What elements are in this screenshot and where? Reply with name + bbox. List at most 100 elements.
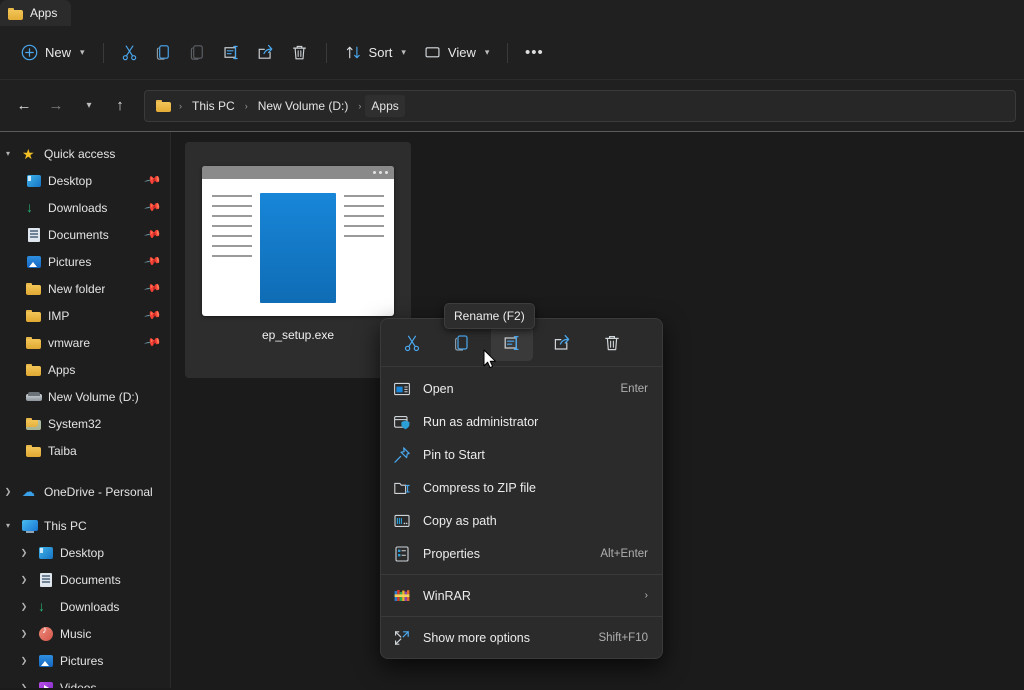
sidebar-item-desktop[interactable]: Desktop 📌 bbox=[0, 167, 170, 194]
breadcrumb-item-apps[interactable]: Apps bbox=[365, 94, 405, 117]
chevron-right-icon[interactable]: ❯ bbox=[16, 602, 32, 611]
new-button[interactable]: New ▾ bbox=[12, 37, 94, 69]
sidebar-item-pc-documents[interactable]: ❯ Documents bbox=[0, 566, 170, 593]
shield-admin-icon bbox=[393, 413, 411, 431]
context-cut-button[interactable] bbox=[391, 325, 433, 361]
sidebar-item-new-folder[interactable]: New folder 📌 bbox=[0, 275, 170, 302]
folder-icon bbox=[26, 308, 42, 324]
copy-icon bbox=[455, 334, 468, 351]
pin-icon: 📌 bbox=[143, 199, 162, 217]
paste-icon bbox=[190, 45, 203, 60]
back-button[interactable]: ← bbox=[8, 90, 40, 122]
context-item-accel: Shift+F10 bbox=[598, 631, 648, 644]
context-item-run-as-administrator[interactable]: Run as administrator bbox=[381, 405, 662, 438]
file-item-ep-setup[interactable]: ep_setup.exe bbox=[185, 142, 411, 378]
chevron-down-icon: ▾ bbox=[484, 47, 490, 57]
sidebar-item-imp[interactable]: IMP 📌 bbox=[0, 302, 170, 329]
sidebar-item-label: IMP bbox=[48, 308, 70, 323]
winrar-icon bbox=[393, 587, 411, 605]
sidebar-group-this-pc[interactable]: ▾ This PC bbox=[0, 512, 170, 539]
context-item-pin-to-start[interactable]: Pin to Start bbox=[381, 438, 662, 471]
sidebar-item-new-volume[interactable]: New Volume (D:) bbox=[0, 383, 170, 410]
breadcrumb-item-new-volume[interactable]: New Volume (D:) bbox=[252, 95, 355, 117]
sidebar-item-label: Videos bbox=[60, 680, 97, 689]
delete-button[interactable] bbox=[283, 37, 317, 69]
recent-locations-button[interactable]: ▾ bbox=[72, 90, 104, 122]
context-item-label: Compress to ZIP file bbox=[423, 480, 537, 495]
chevron-right-icon[interactable]: ❯ bbox=[16, 683, 32, 688]
sidebar-item-system32[interactable]: System32 bbox=[0, 410, 170, 437]
context-item-show-more-options[interactable]: Show more options Shift+F10 bbox=[381, 621, 662, 654]
context-delete-button[interactable] bbox=[591, 325, 633, 361]
context-copy-button[interactable] bbox=[441, 325, 483, 361]
context-share-button[interactable] bbox=[541, 325, 583, 361]
folder-icon bbox=[26, 281, 42, 297]
sidebar-item-downloads[interactable]: ↓ Downloads 📌 bbox=[0, 194, 170, 221]
sidebar-item-label: Downloads bbox=[60, 599, 120, 614]
sidebar-item-vmware[interactable]: vmware 📌 bbox=[0, 329, 170, 356]
more-options-button[interactable]: ••• bbox=[517, 37, 551, 69]
context-item-copy-as-path[interactable]: Copy as path bbox=[381, 504, 662, 537]
sidebar-item-label: System32 bbox=[48, 416, 102, 431]
context-item-properties[interactable]: Properties Alt+Enter bbox=[381, 537, 662, 570]
view-button-label: View bbox=[447, 45, 476, 60]
context-item-winrar[interactable]: WinRAR › bbox=[381, 579, 662, 612]
sidebar-item-apps[interactable]: Apps bbox=[0, 356, 170, 383]
sidebar-group-quick-access[interactable]: ▾ ★ Quick access bbox=[0, 140, 170, 167]
thumbnail-text-right bbox=[343, 193, 384, 303]
sidebar-item-documents[interactable]: Documents 📌 bbox=[0, 221, 170, 248]
zip-folder-icon bbox=[393, 479, 411, 497]
chevron-right-icon: › bbox=[644, 590, 648, 601]
folder-icon bbox=[26, 443, 42, 459]
sidebar-item-pc-desktop[interactable]: ❯ Desktop bbox=[0, 539, 170, 566]
sidebar-item-pictures[interactable]: Pictures 📌 bbox=[0, 248, 170, 275]
chevron-down-icon[interactable]: ▾ bbox=[0, 149, 16, 158]
sidebar-item-pc-music[interactable]: ❯ Music bbox=[0, 620, 170, 647]
chevron-down-icon: ▾ bbox=[86, 100, 92, 111]
chevron-right-icon[interactable]: ❯ bbox=[0, 487, 16, 496]
pin-icon: 📌 bbox=[143, 280, 162, 298]
up-button[interactable]: ↑ bbox=[104, 90, 136, 122]
thumbnail-text-left bbox=[212, 193, 253, 303]
breadcrumb-item-this-pc[interactable]: This PC bbox=[186, 95, 241, 117]
sidebar-item-pc-pictures[interactable]: ❯ Pictures bbox=[0, 647, 170, 674]
thumbnail-blue-panel bbox=[260, 193, 336, 303]
context-item-open[interactable]: Open Enter bbox=[381, 372, 662, 405]
pin-icon: 📌 bbox=[143, 334, 162, 352]
sidebar-item-pc-videos[interactable]: ❯ Videos bbox=[0, 674, 170, 688]
context-menu[interactable]: Open Enter Run as administrator Pin to S… bbox=[380, 318, 663, 659]
ellipsis-icon: ••• bbox=[525, 44, 544, 61]
rename-icon bbox=[224, 45, 238, 60]
open-window-icon bbox=[393, 380, 411, 398]
rename-button[interactable] bbox=[215, 37, 249, 69]
sort-button[interactable]: Sort ▾ bbox=[336, 37, 415, 69]
chevron-right-icon[interactable]: ❯ bbox=[16, 548, 32, 557]
sidebar-group-onedrive[interactable]: ❯ ☁ OneDrive - Personal bbox=[0, 478, 170, 505]
thumbnail-body bbox=[202, 179, 394, 316]
context-item-compress-to-zip[interactable]: Compress to ZIP file bbox=[381, 471, 662, 504]
chevron-right-icon[interactable]: ❯ bbox=[16, 629, 32, 638]
tab-apps[interactable]: Apps bbox=[0, 0, 72, 26]
chevron-right-icon[interactable]: ❯ bbox=[16, 656, 32, 665]
forward-button[interactable]: → bbox=[40, 90, 72, 122]
rename-tooltip: Rename (F2) bbox=[444, 303, 535, 329]
sidebar-item-label: vmware bbox=[48, 335, 91, 350]
sidebar-group-label: Quick access bbox=[44, 146, 116, 161]
sidebar-item-taiba[interactable]: Taiba bbox=[0, 437, 170, 464]
copy-button[interactable] bbox=[147, 37, 181, 69]
sidebar-item-pc-downloads[interactable]: ❯ ↓ Downloads bbox=[0, 593, 170, 620]
navigation-pane[interactable]: ▾ ★ Quick access Desktop 📌 ↓ Downloads 📌… bbox=[0, 132, 171, 688]
chevron-right-icon[interactable]: ❯ bbox=[16, 575, 32, 584]
chevron-down-icon: ▾ bbox=[80, 47, 85, 57]
cut-button[interactable] bbox=[113, 37, 147, 69]
view-button[interactable]: View ▾ bbox=[415, 37, 498, 69]
paste-button[interactable] bbox=[181, 37, 215, 69]
chevron-down-icon[interactable]: ▾ bbox=[0, 521, 16, 530]
sidebar-group-label: OneDrive - Personal bbox=[44, 484, 153, 499]
sidebar-group-label: This PC bbox=[44, 518, 87, 533]
share-button[interactable] bbox=[249, 37, 283, 69]
tab-strip: Apps bbox=[0, 0, 1024, 26]
breadcrumb[interactable]: › This PC › New Volume (D:) › Apps bbox=[144, 89, 1016, 122]
sidebar-item-label: Downloads bbox=[48, 200, 108, 215]
